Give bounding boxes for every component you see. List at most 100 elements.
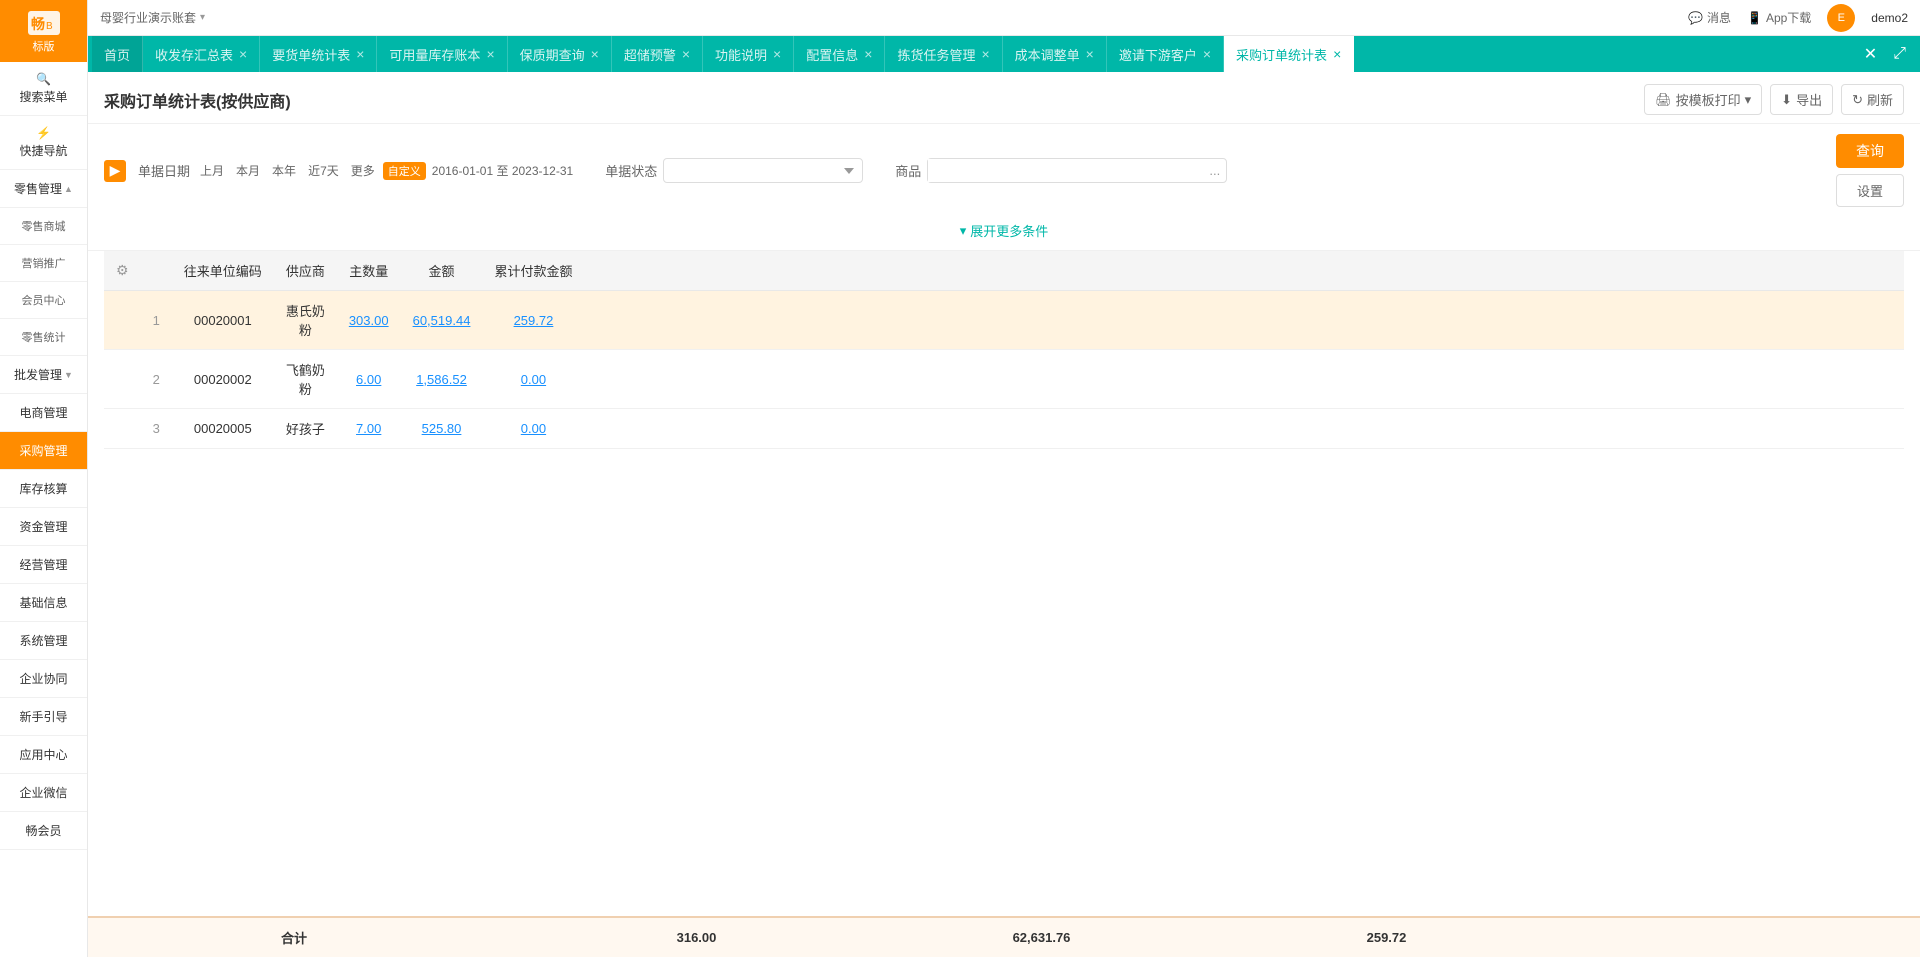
user-name[interactable]: demo2: [1871, 11, 1908, 25]
sidebar-item-operation[interactable]: 经营管理: [0, 546, 87, 584]
sidebar-item-wholesale[interactable]: 批发管理 ▼: [0, 356, 87, 394]
sidebar-member-label: 会员中心: [22, 292, 66, 308]
sidebar-item-inventory[interactable]: 库存核算: [0, 470, 87, 508]
row-qty-cell[interactable]: 6.00: [337, 350, 401, 409]
sidebar-item-finance[interactable]: 资金管理: [0, 508, 87, 546]
sidebar-item-appcenter[interactable]: 应用中心: [0, 736, 87, 774]
page-actions: 🖨 按模板打印 ▾ ⬇ 导出 ↻ 刷新: [1644, 84, 1904, 115]
tab-peizhi[interactable]: 配置信息 ×: [794, 36, 885, 72]
sidebar-item-search[interactable]: 🔍 搜索菜单: [0, 62, 87, 116]
col-supplier: 供应商: [274, 251, 337, 291]
refresh-label: 刷新: [1867, 90, 1893, 109]
tab-close-icon[interactable]: ×: [1203, 47, 1211, 61]
avatar-text: E: [1838, 12, 1845, 24]
sidebar-finance-label: 资金管理: [19, 518, 67, 535]
tab-chengben-label: 成本调整单: [1015, 45, 1080, 64]
sidebar-item-retail-stats[interactable]: 零售统计: [0, 319, 87, 356]
row-amount-cell[interactable]: 60,519.44: [401, 291, 483, 350]
row-qty-cell[interactable]: 303.00: [337, 291, 401, 350]
filter-toggle-button[interactable]: ▶: [104, 160, 126, 182]
page-title: 采购订单统计表(按供应商): [104, 88, 291, 112]
row-amount-cell[interactable]: 525.80: [401, 409, 483, 449]
sidebar-item-enterprise[interactable]: 企业协同: [0, 660, 87, 698]
sidebar-item-retail[interactable]: 零售管理 ▲: [0, 170, 87, 208]
tab-close-icon-active[interactable]: ×: [1333, 47, 1341, 61]
tab-keyongliang[interactable]: 可用量库存账本 ×: [377, 36, 507, 72]
sidebar-item-system[interactable]: 系统管理: [0, 622, 87, 660]
tab-close-icon[interactable]: ×: [1086, 47, 1094, 61]
workspace-dropdown-icon: ▾: [200, 12, 205, 23]
tab-close-icon[interactable]: ×: [864, 47, 872, 61]
tab-gongneng[interactable]: 功能说明 ×: [703, 36, 794, 72]
tab-close-icon[interactable]: ×: [239, 47, 247, 61]
tab-close-icon[interactable]: ×: [486, 47, 494, 61]
tab-bar-actions: ✕ ⤢: [1858, 42, 1916, 66]
tab-expand-btn[interactable]: ⤢: [1887, 43, 1912, 65]
date-last-month[interactable]: 上月: [196, 160, 228, 181]
tab-yaohuodan[interactable]: 要货单统计表 ×: [260, 36, 377, 72]
status-select[interactable]: [663, 158, 863, 183]
row-amount-cell[interactable]: 1,586.52: [401, 350, 483, 409]
tab-yaoqing[interactable]: 邀请下游客户 ×: [1107, 36, 1224, 72]
sidebar-item-member[interactable]: 会员中心: [0, 282, 87, 319]
date-this-year[interactable]: 本年: [268, 160, 300, 181]
goods-input[interactable]: [928, 159, 1203, 182]
tab-chaochuyujing[interactable]: 超储预警 ×: [612, 36, 703, 72]
sidebar-item-shortcut[interactable]: ⚡ 快捷导航: [0, 116, 87, 170]
col-num: [141, 251, 172, 291]
row-extra-cell: [584, 350, 1904, 409]
tab-close-icon[interactable]: ×: [591, 47, 599, 61]
tab-close-icon[interactable]: ×: [682, 47, 690, 61]
phone-icon: 📱: [1747, 11, 1762, 25]
tab-shofahu[interactable]: 收发存汇总表 ×: [143, 36, 260, 72]
sidebar-inventory-label: 库存核算: [19, 480, 67, 497]
tab-close-icon[interactable]: ×: [773, 47, 781, 61]
sidebar-wechat-label: 企业微信: [19, 784, 67, 801]
refresh-button[interactable]: ↻ 刷新: [1841, 84, 1904, 115]
sidebar-item-member2[interactable]: 畅会员: [0, 812, 87, 850]
sidebar-item-newguide[interactable]: 新手引导: [0, 698, 87, 736]
query-button[interactable]: 查询: [1836, 134, 1904, 168]
workspace-selector[interactable]: 母婴行业演示账套 ▾: [100, 9, 205, 26]
row-paid-cell[interactable]: 0.00: [482, 350, 584, 409]
goods-input-dots[interactable]: ...: [1203, 159, 1226, 182]
date-more[interactable]: 更多: [347, 160, 379, 181]
tab-close-icon[interactable]: ×: [356, 47, 364, 61]
date-filter-group: 单据日期 上月 本月 本年 近7天 更多 自定义 2016-01-01 至 20…: [138, 160, 573, 181]
tab-home[interactable]: 首页: [92, 36, 143, 72]
settings-icon[interactable]: ⚙: [116, 262, 129, 278]
message-btn[interactable]: 💬 消息: [1688, 9, 1731, 26]
refresh-icon: ↻: [1852, 92, 1863, 108]
tab-baozhi[interactable]: 保质期查询 ×: [508, 36, 612, 72]
sidebar-item-retail-shop[interactable]: 零售商城: [0, 208, 87, 245]
col-settings[interactable]: ⚙: [104, 251, 141, 291]
date-this-month[interactable]: 本月: [232, 160, 264, 181]
row-paid-cell[interactable]: 0.00: [482, 409, 584, 449]
row-paid-cell[interactable]: 259.72: [482, 291, 584, 350]
tab-gongneng-label: 功能说明: [715, 45, 767, 64]
app-download-btn[interactable]: 📱 App下载: [1747, 9, 1811, 26]
tab-caigou[interactable]: 采购订单统计表 ×: [1224, 36, 1354, 72]
sidebar-item-wechat[interactable]: 企业微信: [0, 774, 87, 812]
print-dropdown-icon: ▾: [1745, 92, 1752, 108]
sidebar-item-marketing[interactable]: 营销推广: [0, 245, 87, 282]
tab-baozhi-label: 保质期查询: [520, 45, 585, 64]
date-7days[interactable]: 近7天: [304, 160, 343, 181]
date-custom-badge[interactable]: 自定义: [383, 162, 426, 180]
tab-close-all-btn[interactable]: ✕: [1858, 42, 1883, 66]
tab-chengben[interactable]: 成本调整单 ×: [1003, 36, 1107, 72]
user-avatar: E: [1827, 4, 1855, 32]
row-qty-cell[interactable]: 7.00: [337, 409, 401, 449]
sidebar-item-ecommerce[interactable]: 电商管理: [0, 394, 87, 432]
chevron-down-icon-2: ▼: [64, 370, 73, 380]
sidebar-item-purchase[interactable]: 采购管理: [0, 432, 87, 470]
export-button[interactable]: ⬇ 导出: [1770, 84, 1833, 115]
sidebar-logo[interactable]: 畅 B 标版: [0, 0, 87, 62]
tab-close-icon[interactable]: ×: [981, 47, 989, 61]
sidebar-item-basic[interactable]: 基础信息: [0, 584, 87, 622]
expand-more-btn[interactable]: ▾ 展开更多条件: [960, 221, 1049, 240]
tab-pihuo[interactable]: 拣货任务管理 ×: [885, 36, 1002, 72]
page-header: 采购订单统计表(按供应商) 🖨 按模板打印 ▾ ⬇ 导出 ↻ 刷新: [88, 72, 1920, 124]
print-button[interactable]: 🖨 按模板打印 ▾: [1644, 84, 1762, 115]
settings-button[interactable]: 设置: [1836, 174, 1904, 207]
